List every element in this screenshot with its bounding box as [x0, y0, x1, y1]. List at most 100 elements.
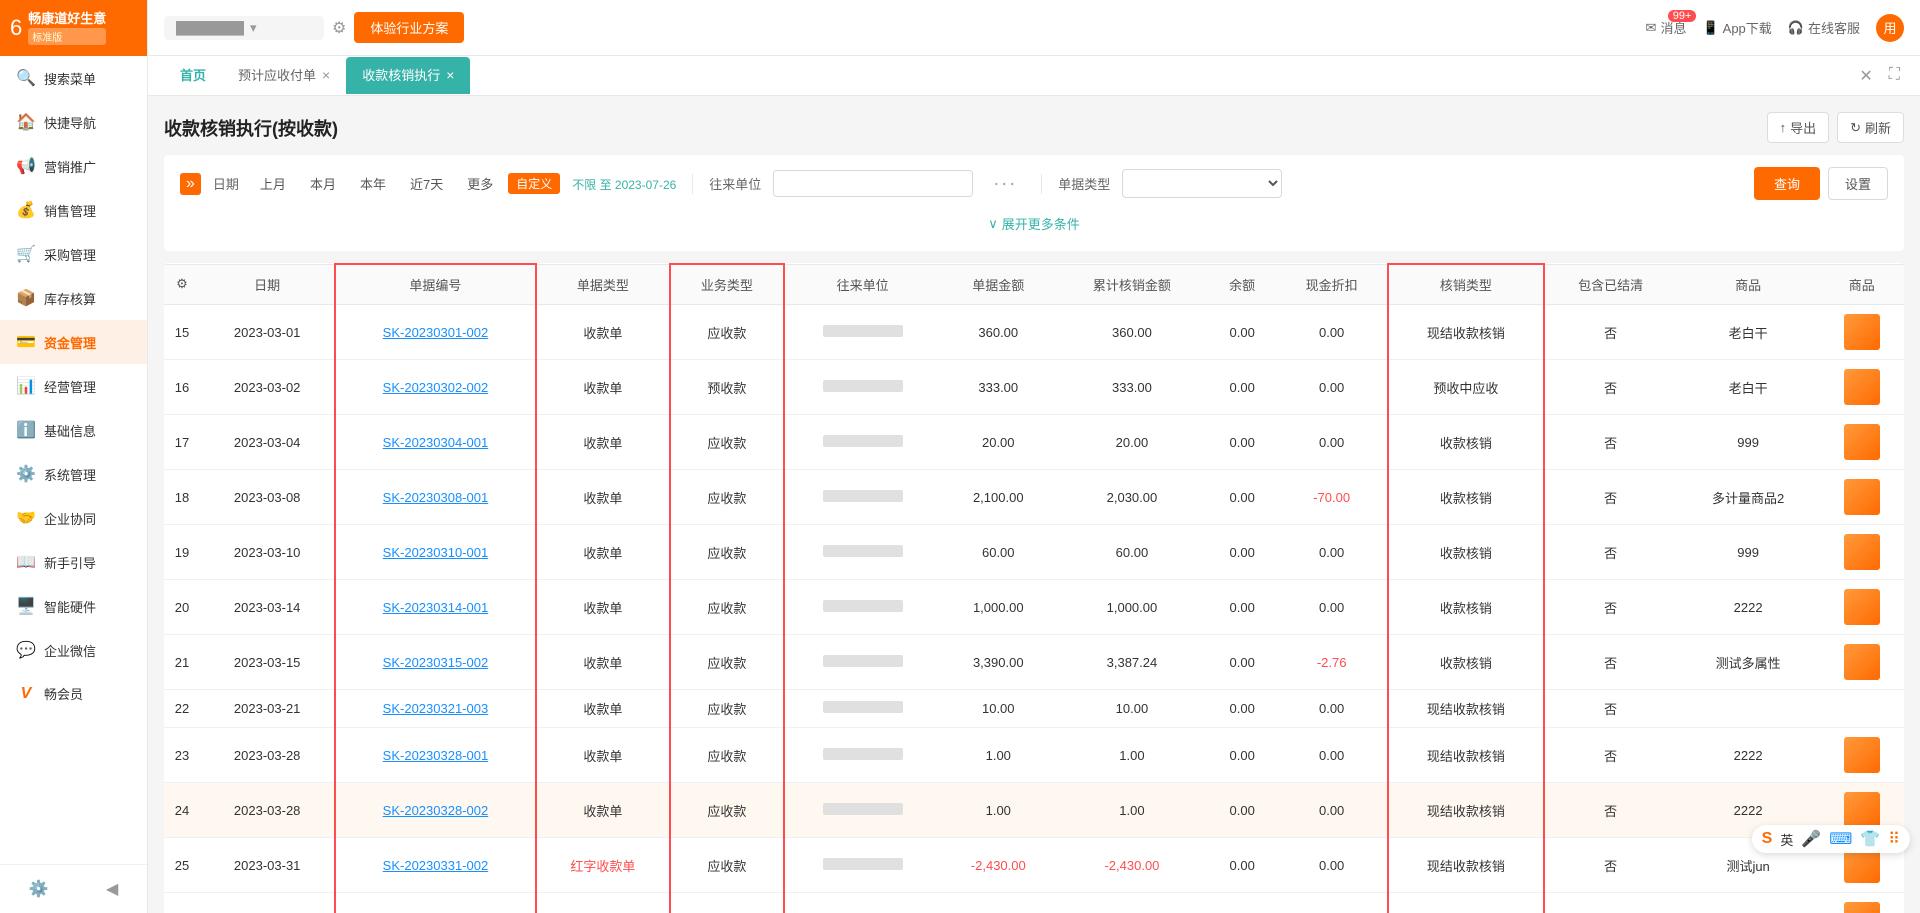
sidebar-collapse-btn[interactable]: ◀ [96, 873, 128, 905]
tabs-bar: 首页 预计应收付单 × 收款核销执行 × ✕ ⛶ [148, 56, 1920, 96]
cell-type: 红字收款单 [536, 838, 671, 893]
query-button[interactable]: 查询 [1754, 167, 1820, 200]
cell-cancel-type: 预收中应收 [1388, 360, 1544, 415]
table-row: 202023-03-14SK-20230314-001收款单应收款1,000.0… [164, 580, 1904, 635]
cell-cancel-type: 现结收款核销 [1388, 783, 1544, 838]
cell-voucher[interactable]: SK-20230310-001 [335, 525, 535, 580]
cell-goods-img [1820, 360, 1904, 415]
tab-collection-close[interactable]: × [446, 67, 454, 83]
cell-voucher[interactable]: SK-20230301-002 [335, 305, 535, 360]
cell-partner [784, 305, 941, 360]
table-row: 182023-03-08SK-20230308-001收款单应收款2,100.0… [164, 470, 1904, 525]
sidebar-item-label: 搜索菜单 [44, 69, 96, 88]
cell-voucher[interactable]: SK-20230314-001 [335, 580, 535, 635]
date-btn-last-month[interactable]: 上月 [251, 170, 295, 197]
sidebar-item-system[interactable]: ⚙️ 系统管理 [0, 452, 147, 496]
cell-voucher[interactable]: SK-20230315-002 [335, 635, 535, 690]
user-avatar[interactable]: 用 [1876, 14, 1904, 42]
sidebar-item-member[interactable]: V 畅会员 [0, 672, 147, 715]
cell-included: 否 [1544, 783, 1677, 838]
sidebar-settings-btn[interactable]: ⚙️ [19, 873, 59, 905]
cell-voucher[interactable]: SK-20230328-001 [335, 728, 535, 783]
cell-voucher[interactable]: SK-20230302-002 [335, 360, 535, 415]
industry-button[interactable]: 体验行业方案 [354, 12, 464, 43]
tab-receivable[interactable]: 预计应收付单 × [222, 57, 346, 94]
sidebar-item-marketing[interactable]: 📢 营销推广 [0, 144, 147, 188]
refresh-button[interactable]: ↻ 刷新 [1837, 112, 1904, 143]
date-btn-this-month[interactable]: 本月 [301, 170, 345, 197]
cell-goods-img [1820, 305, 1904, 360]
sidebar-item-sales[interactable]: 💰 销售管理 [0, 188, 147, 232]
th-goods-img: 商品 [1820, 264, 1904, 305]
english-btn[interactable]: 英 [1780, 830, 1793, 849]
company-selector[interactable]: ████████ ▾ [164, 16, 324, 40]
tab-maximize-btn[interactable]: ⛶ [1885, 64, 1904, 88]
logo-icon: 6 [10, 15, 22, 41]
tab-collection[interactable]: 收款核销执行 × [346, 57, 470, 94]
cell-seq: 21 [164, 635, 200, 690]
date-custom-btn[interactable]: 自定义 [508, 173, 560, 194]
sidebar-item-finance[interactable]: 💳 资金管理 [0, 320, 147, 364]
th-biz: 业务类型 [670, 264, 783, 305]
cell-goods-img [1820, 525, 1904, 580]
sidebar-item-guide[interactable]: 📖 新手引导 [0, 540, 147, 584]
sidebar-item-search[interactable]: 🔍 搜索菜单 [0, 56, 147, 100]
apps-icon[interactable]: ⠿ [1888, 829, 1900, 849]
sidebar-item-hardware[interactable]: 🖥️ 智能硬件 [0, 584, 147, 628]
filter-expand-icon[interactable]: » [180, 173, 201, 195]
cell-discount: 0.00 [1276, 580, 1388, 635]
th-gear[interactable]: ⚙ [164, 264, 200, 305]
export-button[interactable]: ↑ 导出 [1767, 112, 1830, 143]
tab-home[interactable]: 首页 [164, 57, 222, 94]
app-download-item[interactable]: 📱 App下载 [1702, 18, 1771, 37]
cell-voucher[interactable]: SK-20230328-002 [335, 783, 535, 838]
filter-settings-button[interactable]: 设置 [1828, 167, 1888, 200]
date-btn-last-7-days[interactable]: 近7天 [401, 170, 452, 197]
cell-type: 收款单 [536, 305, 671, 360]
sidebar-item-label: 企业协同 [44, 509, 96, 528]
service-item[interactable]: 🎧 在线客服 [1788, 18, 1860, 37]
cell-balance: 0.00 [1208, 525, 1276, 580]
cell-voucher[interactable]: SK-20230321-003 [335, 690, 535, 728]
cell-voucher[interactable]: SK-20230304-001 [335, 415, 535, 470]
guide-icon: 📖 [16, 552, 36, 572]
th-voucher: 单据编号 [335, 264, 535, 305]
cell-date: 2023-03-15 [200, 635, 335, 690]
shirt-icon[interactable]: 👕 [1860, 829, 1880, 849]
cell-voucher[interactable]: SK-20230331-002 [335, 838, 535, 893]
cell-type: 收款单 [536, 470, 671, 525]
cell-cancel-type: 收款核销 [1388, 635, 1544, 690]
cell-included: 否 [1544, 635, 1677, 690]
table-row: 222023-03-21SK-20230321-003收款单应收款10.0010… [164, 690, 1904, 728]
cell-partner [784, 635, 941, 690]
sidebar-item-enterprise[interactable]: 🤝 企业协同 [0, 496, 147, 540]
cell-voucher[interactable]: SK-20230308-001 [335, 470, 535, 525]
cell-seq: 16 [164, 360, 200, 415]
sidebar-item-label: 经营管理 [44, 377, 96, 396]
page-actions: ↑ 导出 ↻ 刷新 [1767, 112, 1904, 143]
cell-goods: 老白干 [1677, 305, 1820, 360]
sidebar-item-quick[interactable]: 🏠 快捷导航 [0, 100, 147, 144]
sidebar-item-basic[interactable]: ℹ️ 基础信息 [0, 408, 147, 452]
messages-item[interactable]: ✉ 消息 99+ [1646, 18, 1687, 37]
cell-accum: 333.00 [1056, 360, 1208, 415]
s-logo: S [1762, 830, 1773, 848]
sidebar-item-purchase[interactable]: 🛒 采购管理 [0, 232, 147, 276]
tab-close-all-btn[interactable]: ✕ [1855, 64, 1876, 88]
voucher-type-select[interactable] [1122, 169, 1282, 198]
tab-receivable-close[interactable]: × [322, 67, 330, 83]
header-gear-icon[interactable]: ⚙ [332, 18, 346, 38]
sidebar-item-operations[interactable]: 📊 经营管理 [0, 364, 147, 408]
sidebar-item-inventory[interactable]: 📦 库存核算 [0, 276, 147, 320]
expand-more-btn[interactable]: ∨ 展开更多条件 [982, 208, 1086, 239]
date-btn-more[interactable]: 更多 [458, 170, 502, 197]
sidebar-item-wechat[interactable]: 💬 企业微信 [0, 628, 147, 672]
date-btn-this-year[interactable]: 本年 [351, 170, 395, 197]
sidebar-item-label: 智能硬件 [44, 597, 96, 616]
mic-icon[interactable]: 🎤 [1801, 829, 1821, 849]
partner-input[interactable] [773, 170, 973, 197]
keyboard-icon[interactable]: ⌨ [1829, 829, 1852, 849]
cell-voucher[interactable]: SK-20230403-002 [335, 893, 535, 913]
header-right: ✉ 消息 99+ 📱 App下载 🎧 在线客服 用 [1646, 14, 1904, 42]
cell-discount: 0.00 [1276, 783, 1388, 838]
